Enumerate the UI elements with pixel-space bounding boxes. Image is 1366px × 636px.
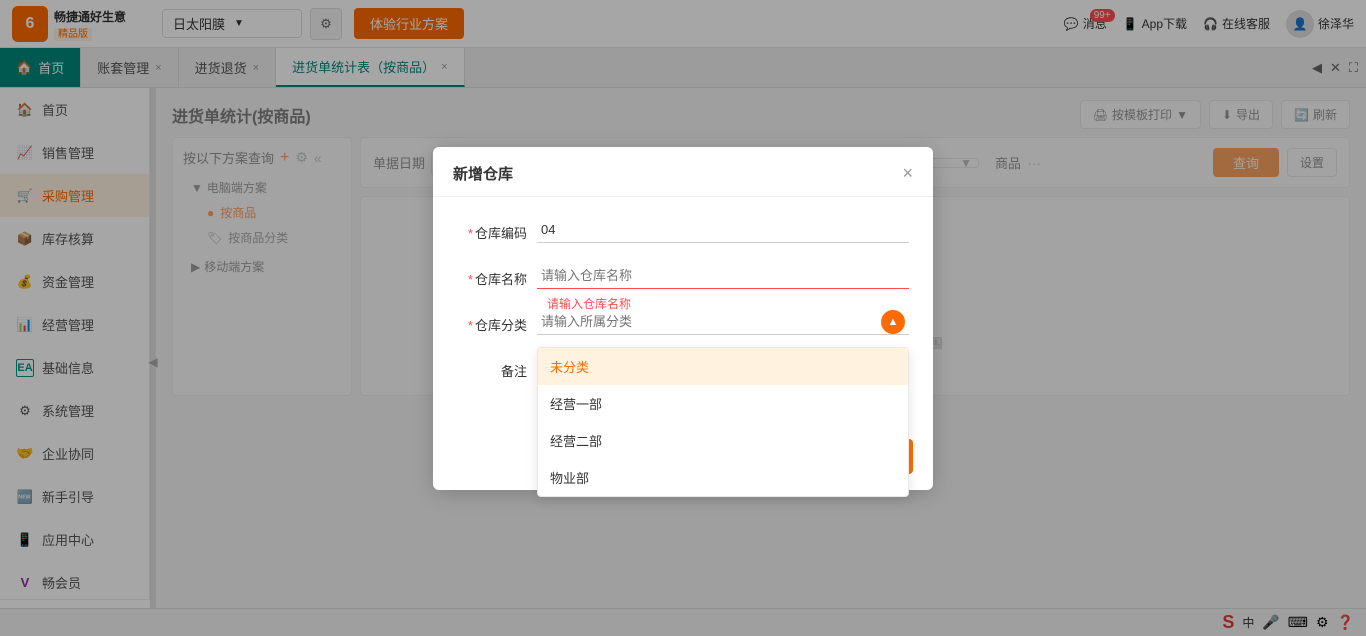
warehouse-code-input[interactable] <box>537 217 909 243</box>
dropdown-item-dept1[interactable]: 经营一部 <box>538 385 908 422</box>
dialog-header: 新增仓库 × <box>433 147 933 197</box>
form-row-category: 仓库分类 ▲ 未分类 经营一部 经营二部 物业部 <box>457 309 909 335</box>
dropdown-item-dept3[interactable]: 物业部 <box>538 459 908 496</box>
category-select-wrap: ▲ 未分类 经营一部 经营二部 物业部 <box>537 309 909 335</box>
new-warehouse-dialog: 新增仓库 × 仓库编码 仓库名称 请输入仓库名称 仓库分类 <box>433 147 933 490</box>
category-input[interactable] <box>537 309 909 335</box>
category-label: 仓库分类 <box>457 309 537 334</box>
dialog-title: 新增仓库 <box>453 163 513 184</box>
note-label: 备注 <box>457 355 537 380</box>
dialog-close-button[interactable]: × <box>902 163 913 184</box>
form-row-code: 仓库编码 <box>457 217 909 243</box>
dialog-body: 仓库编码 仓库名称 请输入仓库名称 仓库分类 ▲ 未分类 <box>433 197 933 427</box>
modal-overlay: 新增仓库 × 仓库编码 仓库名称 请输入仓库名称 仓库分类 <box>0 0 1366 636</box>
category-dropdown-menu: 未分类 经营一部 经营二部 物业部 <box>537 347 909 497</box>
code-label: 仓库编码 <box>457 217 537 242</box>
name-label: 仓库名称 <box>457 263 537 288</box>
warehouse-name-input[interactable] <box>537 263 909 289</box>
form-row-name: 仓库名称 请输入仓库名称 <box>457 263 909 289</box>
category-dropdown-toggle[interactable]: ▲ <box>881 310 905 334</box>
dropdown-item-dept2[interactable]: 经营二部 <box>538 422 908 459</box>
dropdown-item-unclassified[interactable]: 未分类 <box>538 348 908 385</box>
